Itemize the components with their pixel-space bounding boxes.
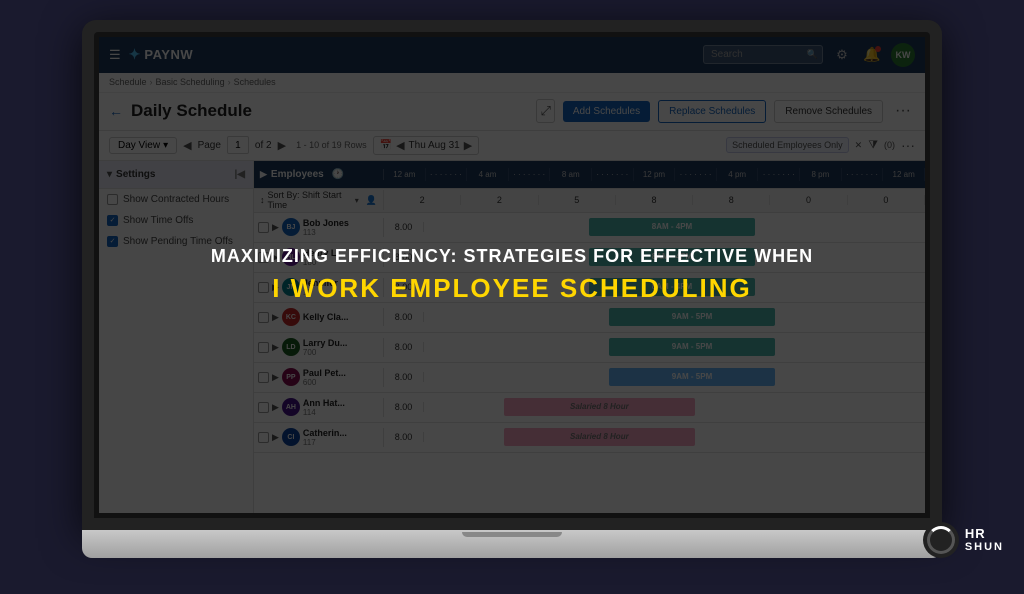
hr-text: HR SHUN	[965, 527, 1004, 553]
laptop-base	[82, 530, 942, 558]
hr-circle-icon	[923, 522, 959, 558]
laptop-notch	[462, 532, 562, 537]
hr-shun-logo: HR SHUN	[923, 522, 1004, 558]
overlay: MAXIMIZING EFFICIENCY: STRATEGIES FOR EF…	[99, 37, 925, 513]
overlay-line2: I WORK EMPLOYEE SCHEDULING	[272, 273, 752, 304]
hr-circle-ring	[927, 526, 955, 554]
hr-line1: HR	[965, 527, 1004, 541]
overlay-line1: MAXIMIZING EFFICIENCY: STRATEGIES FOR EF…	[211, 246, 813, 267]
hr-line2: SHUN	[965, 541, 1004, 553]
